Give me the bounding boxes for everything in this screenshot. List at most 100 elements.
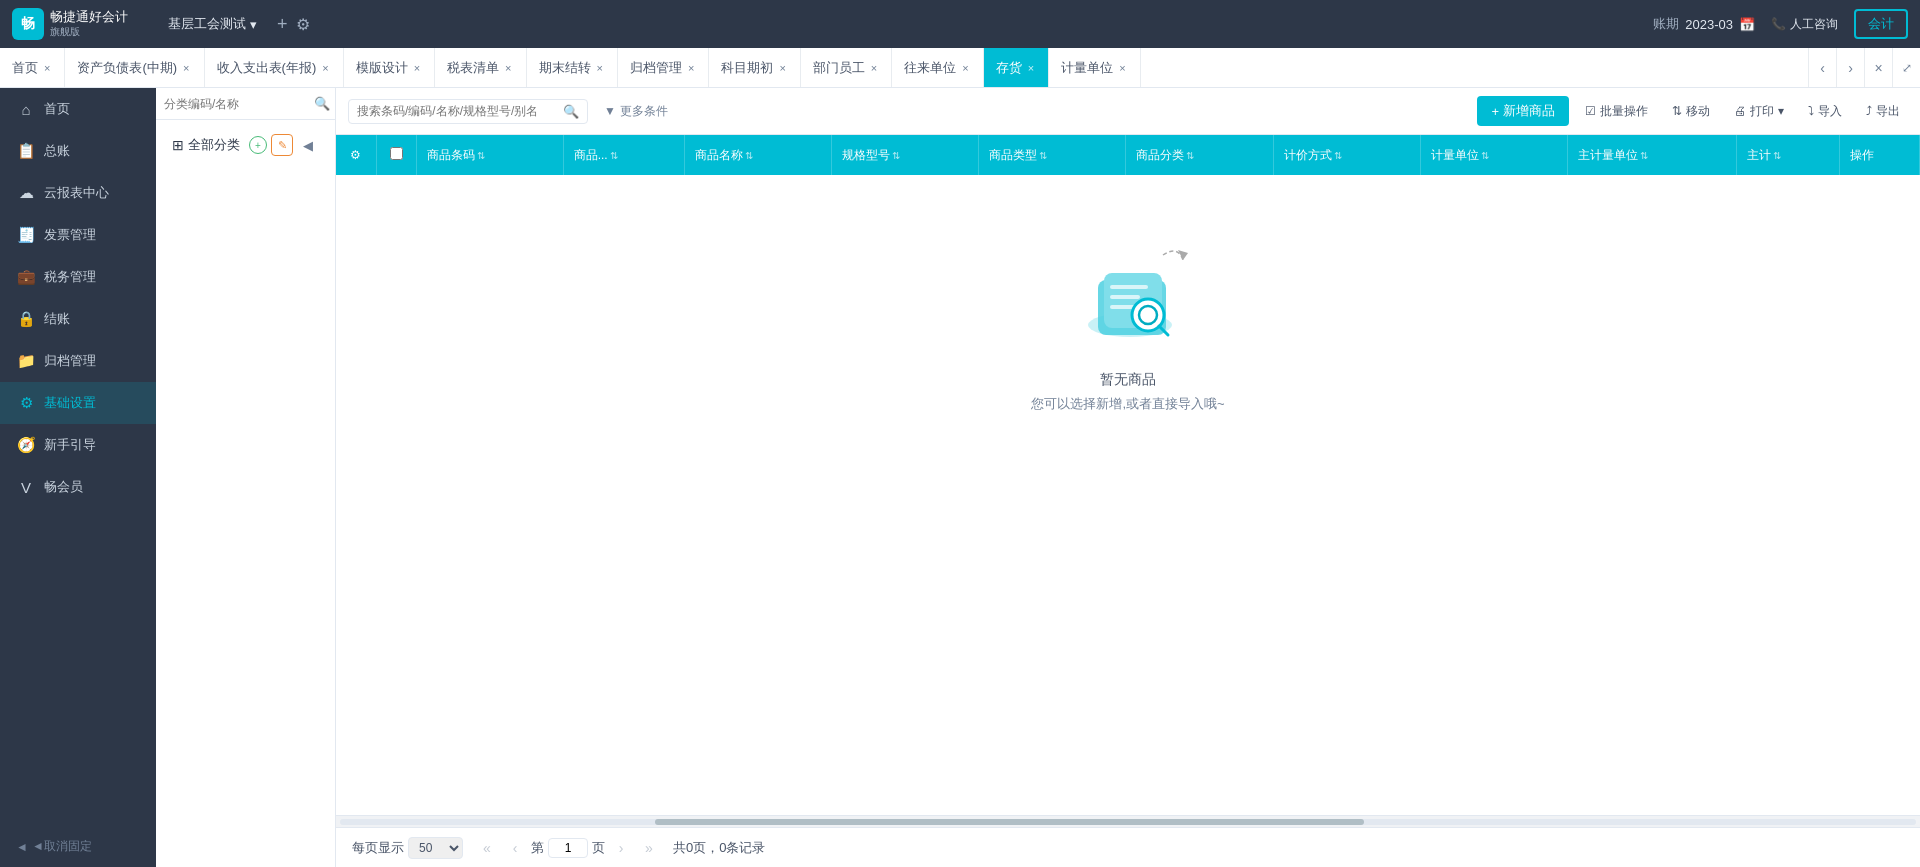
tab-close-6[interactable]: × (686, 61, 696, 75)
import-btn[interactable]: ⤵ 导入 (1800, 99, 1850, 124)
col-main-unit[interactable]: 主计量单位⇅ (1567, 135, 1737, 175)
tab-close-4[interactable]: × (503, 61, 513, 75)
tab-close-all[interactable]: × (1864, 48, 1892, 88)
col-name[interactable]: 商品名称⇅ (684, 135, 831, 175)
tab-item-3[interactable]: 模版设计 × (344, 48, 435, 87)
add-product-btn[interactable]: + 新增商品 (1477, 96, 1569, 126)
more-filter-btn[interactable]: ▼ 更多条件 (596, 99, 676, 124)
sidebar-item-发票管理[interactable]: 🧾发票管理 (0, 214, 156, 256)
sidebar-item-首页[interactable]: ⌂首页 (0, 88, 156, 130)
tab-close-9[interactable]: × (960, 61, 970, 75)
tab-nav-next[interactable]: › (1836, 48, 1864, 88)
sidebar-item-云报表中心[interactable]: ☁云报表中心 (0, 172, 156, 214)
page-size-select: 每页显示 20 50 100 (352, 837, 463, 859)
tab-close-3[interactable]: × (412, 61, 422, 75)
sidebar-item-税务管理[interactable]: 💼税务管理 (0, 256, 156, 298)
export-btn[interactable]: ⤴ 导出 (1858, 99, 1908, 124)
table-settings-col[interactable]: ⚙ (336, 135, 376, 175)
company-selector[interactable]: 基层工会测试 ▾ (160, 11, 265, 37)
tab-expand[interactable]: ⤢ (1892, 48, 1920, 88)
page-last-btn[interactable]: » (637, 836, 661, 860)
tab-nav-prev[interactable]: ‹ (1808, 48, 1836, 88)
tab-close-5[interactable]: × (595, 61, 605, 75)
tab-item-7[interactable]: 科目期初× (709, 48, 800, 87)
sidebar-item-新手引导[interactable]: 🧭新手引导 (0, 424, 156, 466)
tab-label-3: 模版设计 (356, 59, 408, 77)
tab-label-9: 往来单位 (904, 59, 956, 77)
page-first-btn[interactable]: « (475, 836, 499, 860)
category-search-input[interactable] (164, 97, 314, 111)
category-edit-icon[interactable]: ✎ (271, 134, 293, 156)
tab-close-7[interactable]: × (777, 61, 787, 75)
tab-item-0[interactable]: 首页× (0, 48, 65, 87)
product-search-icon[interactable]: 🔍 (563, 104, 579, 119)
category-add-icon[interactable]: + (249, 136, 267, 154)
sidebar-item-畅会员[interactable]: V畅会员 (0, 466, 156, 508)
tab-close-2[interactable]: × (320, 61, 330, 75)
tab-item-5[interactable]: 期末结转× (527, 48, 618, 87)
col-barcode[interactable]: 商品条码⇅ (416, 135, 563, 175)
category-grid-icon: ⊞ (172, 137, 184, 153)
sort-unit-icon: ⇅ (1481, 150, 1489, 161)
category-all-item[interactable]: ⊞ 全部分类 + ✎ ◀ (164, 128, 327, 162)
col-spec[interactable]: 规格型号⇅ (832, 135, 979, 175)
tab-close-8[interactable]: × (869, 61, 879, 75)
sidebar-icon-7: ⚙ (16, 394, 36, 412)
product-search-input[interactable] (357, 104, 557, 118)
bottom-bar: 每页显示 20 50 100 « ‹ 第 页 › (336, 827, 1920, 867)
sidebar-item-归档管理[interactable]: 📁归档管理 (0, 340, 156, 382)
sidebar-item-结账[interactable]: 🔒结账 (0, 298, 156, 340)
col-operation: 操作 (1840, 135, 1920, 175)
calendar-icon[interactable]: 📅 (1739, 17, 1755, 32)
category-search-icon[interactable]: 🔍 (314, 96, 330, 111)
sidebar-icon-5: 🔒 (16, 310, 36, 328)
settings-icon[interactable]: ⚙ (296, 15, 310, 34)
col-price-method[interactable]: 计价方式⇅ (1273, 135, 1420, 175)
sort-name-icon: ⇅ (745, 150, 753, 161)
tab-item-4[interactable]: 税表清单× (435, 48, 526, 87)
tab-item-2[interactable]: 收入支出表(年报)× (205, 48, 344, 87)
tab-item-9[interactable]: 往来单位 × (892, 48, 983, 87)
tab-item-6[interactable]: 归档管理× (618, 48, 709, 87)
account-btn[interactable]: 会计 (1854, 9, 1908, 39)
col-type[interactable]: 商品类型⇅ (979, 135, 1126, 175)
scroll-track[interactable] (340, 819, 1916, 825)
tab-close-0[interactable]: × (42, 61, 52, 75)
table-checkbox-col[interactable] (376, 135, 416, 175)
page-size-dropdown[interactable]: 20 50 100 (408, 837, 463, 859)
customer-service-btn[interactable]: 📞 人工咨询 (1763, 12, 1846, 37)
scroll-thumb[interactable] (655, 819, 1364, 825)
sidebar-label-9: 畅会员 (44, 478, 83, 496)
print-btn[interactable]: 🖨 打印 ▾ (1726, 99, 1792, 124)
col-code[interactable]: 商品...⇅ (563, 135, 684, 175)
category-collapse-btn[interactable]: ◀ (297, 134, 319, 156)
tab-close-1[interactable]: × (181, 61, 191, 75)
add-company-icon[interactable]: + (277, 14, 288, 35)
sidebar-item-基础设置[interactable]: ⚙基础设置 (0, 382, 156, 424)
app-name-block: 畅捷通好会计 旗舰版 (50, 9, 128, 39)
page-prev-btn[interactable]: ‹ (503, 836, 527, 860)
sidebar-label-6: 归档管理 (44, 352, 96, 370)
tab-close-10[interactable]: × (1026, 61, 1036, 75)
sidebar-unfix-btn[interactable]: ◄ ◄取消固定 (0, 826, 156, 867)
col-main-count[interactable]: 主计⇅ (1737, 135, 1840, 175)
move-btn[interactable]: ⇅ 移动 (1664, 99, 1718, 124)
sidebar-item-总账[interactable]: 📋总账 (0, 130, 156, 172)
tab-label-1: 资产负债表(中期) (77, 59, 177, 77)
page-next-btn[interactable]: › (609, 836, 633, 860)
company-name: 基层工会测试 (168, 15, 246, 33)
tab-close-11[interactable]: × (1117, 61, 1127, 75)
tab-item-11[interactable]: 计量单位× (1049, 48, 1140, 87)
page-size-label: 每页显示 (352, 839, 404, 857)
page-number-input[interactable] (548, 838, 588, 858)
batch-op-btn[interactable]: ☑ 批量操作 (1577, 99, 1656, 124)
tab-item-10[interactable]: 存货× (984, 48, 1049, 87)
tab-item-8[interactable]: 部门员工× (801, 48, 892, 87)
horizontal-scrollbar[interactable] (336, 815, 1920, 827)
select-all-checkbox[interactable] (390, 147, 403, 160)
print-arrow: ▾ (1778, 104, 1784, 118)
col-category[interactable]: 商品分类⇅ (1126, 135, 1273, 175)
tab-item-1[interactable]: 资产负债表(中期) × (65, 48, 204, 87)
col-unit[interactable]: 计量单位⇅ (1420, 135, 1567, 175)
move-label: 移动 (1686, 103, 1710, 120)
